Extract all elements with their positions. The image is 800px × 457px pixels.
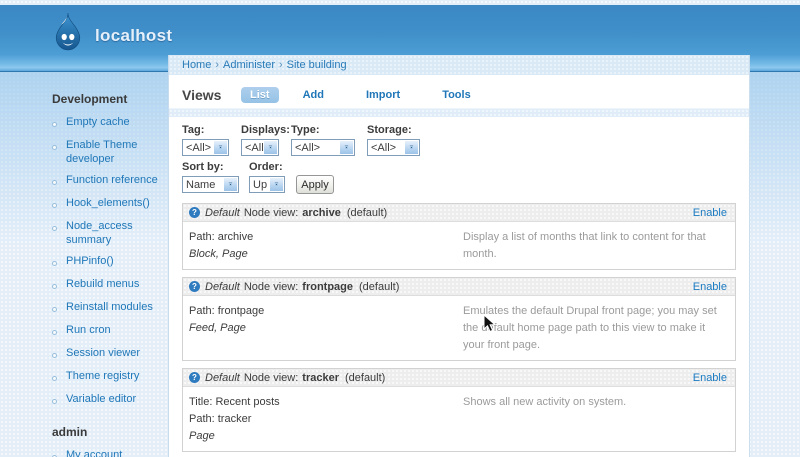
sidebar-item-function-reference[interactable]: Function reference (52, 173, 162, 189)
enable-link[interactable]: Enable (693, 372, 727, 384)
dropdown-arrow-icon: ▼ (263, 140, 278, 155)
sidebar-item-rebuild-menus[interactable]: Rebuild menus (52, 277, 162, 293)
sidebar-section-title-admin: admin (52, 425, 88, 439)
breadcrumb-link-site-building[interactable]: Site building (287, 59, 347, 71)
view-path: Path: frontpage (189, 305, 265, 317)
dropdown-arrow-icon: ▼ (404, 140, 419, 155)
view-suffix: (default) (344, 371, 386, 384)
help-icon[interactable]: ? (189, 281, 200, 292)
circle-bullet-icon (52, 138, 66, 166)
view-suffix: (default) (359, 280, 400, 293)
page-title: Views (182, 86, 222, 103)
displays-select[interactable]: <All> ▼ (241, 139, 279, 156)
dropdown-arrow-icon: ▼ (339, 140, 354, 155)
tag-select[interactable]: <All> ▼ (182, 139, 229, 156)
sidebar-item-my-account[interactable]: My account (52, 448, 162, 457)
tab-import[interactable]: Import (357, 87, 409, 103)
view-path: Path: tracker (189, 413, 252, 425)
view-name: frontpage (302, 280, 354, 293)
circle-bullet-icon (52, 323, 66, 339)
view-displays: Feed, Page (189, 322, 246, 334)
type-filter-label: Type: (291, 124, 320, 136)
circle-bullet-icon (52, 369, 66, 385)
sidebar-item-phpinfo[interactable]: PHPinfo() (52, 254, 162, 270)
dropdown-arrow-icon: ▼ (223, 177, 238, 192)
dropdown-arrow-icon: ▼ (213, 140, 228, 155)
circle-bullet-icon (52, 300, 66, 316)
main-content-panel: Home › Administer › Site building Views List… (168, 55, 750, 457)
view-description: Display a list of months that link to co… (463, 231, 706, 260)
order-select[interactable]: Up ▼ (249, 176, 285, 193)
views-filters: Tag: <All> ▼ Displays: <All> ▼ Type: <Al… (182, 124, 736, 195)
view-suffix: (default) (346, 206, 388, 219)
sidebar-item-node-access-summary[interactable]: Node_access summary (52, 219, 162, 247)
apply-button[interactable]: Apply (296, 175, 334, 194)
circle-bullet-icon (52, 346, 66, 362)
sidebar-item-run-cron[interactable]: Run cron (52, 323, 162, 339)
view-row-tracker: ? Default Node view: tracker (default) E… (182, 368, 736, 452)
sidebar-item-theme-registry[interactable]: Theme registry (52, 369, 162, 385)
sidebar-development-list: Empty cache Enable Theme developer Funct… (52, 115, 162, 408)
circle-bullet-icon (52, 448, 66, 457)
sidebar-item-variable-editor[interactable]: Variable editor (52, 392, 162, 408)
tab-list[interactable]: List (241, 86, 279, 103)
sort-by-select[interactable]: Name ▼ (182, 176, 239, 193)
view-row-archive: ? Default Node view: archive (default) E… (182, 203, 736, 270)
view-type-label: Default (205, 206, 240, 219)
view-description: Shows all new activity on system. (463, 396, 627, 408)
circle-bullet-icon (52, 254, 66, 270)
circle-bullet-icon (52, 196, 66, 212)
view-displays: Block, Page (189, 248, 248, 260)
sidebar: Development Empty cache Enable Theme dev… (0, 72, 168, 457)
breadcrumb-separator: › (278, 59, 283, 71)
enable-link[interactable]: Enable (693, 281, 727, 293)
breadcrumb-link-home[interactable]: Home (182, 59, 211, 71)
sidebar-item-enable-theme-developer[interactable]: Enable Theme developer (52, 138, 162, 166)
order-label: Order: (249, 161, 283, 173)
breadcrumb-separator: › (215, 59, 220, 71)
circle-bullet-icon (52, 115, 66, 131)
sidebar-section-title-development: Development (52, 92, 128, 106)
help-icon[interactable]: ? (189, 372, 200, 383)
storage-filter-label: Storage: (367, 124, 412, 136)
type-select[interactable]: <All> ▼ (291, 139, 355, 156)
circle-bullet-icon (52, 277, 66, 293)
displays-filter-label: Displays: (241, 124, 290, 136)
view-name: tracker (302, 371, 339, 384)
view-displays: Page (189, 430, 215, 442)
drupal-logo-icon[interactable] (53, 12, 83, 52)
circle-bullet-icon (52, 219, 66, 247)
breadcrumb: Home › Administer › Site building (169, 55, 749, 75)
tab-add[interactable]: Add (294, 87, 333, 103)
view-type-label: Default (205, 280, 240, 293)
breadcrumb-link-administer[interactable]: Administer (223, 59, 275, 71)
dropdown-arrow-icon: ▼ (269, 177, 284, 192)
sort-by-label: Sort by: (182, 161, 224, 173)
circle-bullet-icon (52, 173, 66, 189)
view-type-label: Default (205, 371, 240, 384)
view-description: Emulates the default Drupal front page; … (463, 305, 717, 351)
site-name[interactable]: localhost (95, 26, 172, 46)
view-row-frontpage: ? Default Node view: frontpage (default)… (182, 277, 736, 361)
view-title: Title: Recent posts (189, 396, 280, 408)
enable-link[interactable]: Enable (693, 207, 727, 219)
view-kind-label: Node view: (243, 280, 299, 293)
view-kind-label: Node view: (243, 206, 299, 219)
sidebar-item-hook-elements[interactable]: Hook_elements() (52, 196, 162, 212)
tag-filter-label: Tag: (182, 124, 205, 136)
circle-bullet-icon (52, 392, 66, 408)
view-path: Path: archive (189, 231, 254, 243)
tab-tools[interactable]: Tools (433, 87, 480, 103)
sidebar-item-empty-cache[interactable]: Empty cache (52, 115, 162, 131)
view-name: archive (302, 206, 341, 219)
sidebar-item-session-viewer[interactable]: Session viewer (52, 346, 162, 362)
storage-select[interactable]: <All> ▼ (367, 139, 420, 156)
mouse-cursor (483, 313, 497, 337)
sidebar-item-reinstall-modules[interactable]: Reinstall modules (52, 300, 162, 316)
help-icon[interactable]: ? (189, 207, 200, 218)
view-kind-label: Node view: (243, 371, 299, 384)
tab-underline-strip (169, 108, 749, 117)
